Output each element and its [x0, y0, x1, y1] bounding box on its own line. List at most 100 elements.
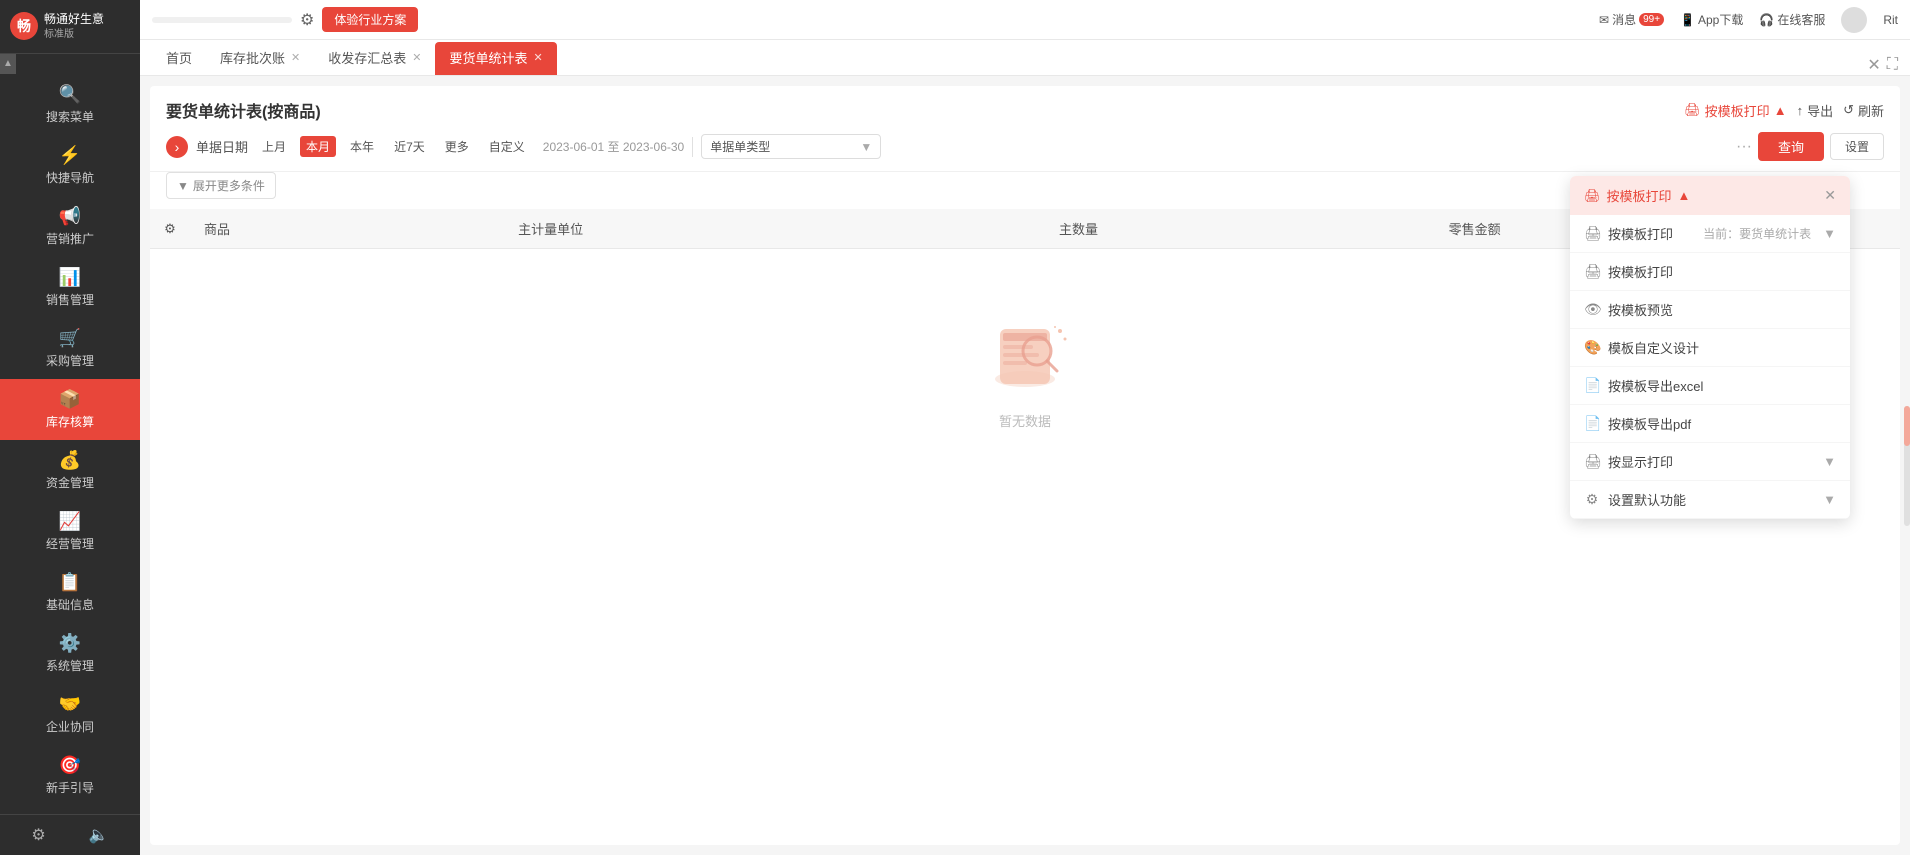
- more-options-icon[interactable]: ···: [1736, 138, 1752, 156]
- message-button[interactable]: ✉ 消息 99+: [1599, 11, 1664, 28]
- dropdown-template-design[interactable]: 🎨 模板自定义设计: [1570, 329, 1850, 367]
- th-unit: 主计量单位: [504, 209, 1045, 249]
- sidebar-item-label: 新手引导: [46, 779, 94, 796]
- dropdown-close-button[interactable]: ✕: [1824, 187, 1836, 204]
- trial-button[interactable]: 体验行业方案: [322, 7, 418, 32]
- sidebar-item-marketing[interactable]: 📢 营销推广: [0, 196, 140, 257]
- topbar-left: ⚙ 体验行业方案: [152, 7, 418, 32]
- sidebar-bottom: ⚙ 🔈: [0, 814, 140, 855]
- empty-text: 暂无数据: [999, 411, 1051, 430]
- operations-icon: 📈: [59, 511, 81, 532]
- date-btn-custom[interactable]: 自定义: [483, 136, 531, 157]
- topbar-search-box: [152, 17, 292, 23]
- finance-icon: 💰: [59, 450, 81, 471]
- system-icon: ⚙️: [59, 633, 81, 654]
- tab-order-stats-close[interactable]: ✕: [534, 51, 543, 64]
- th-quantity: 主数量: [1045, 209, 1435, 249]
- sidebar-logo: 畅 畅通好生意 标准版: [0, 0, 140, 54]
- expand-more-button[interactable]: ▼ 展开更多条件: [166, 172, 276, 199]
- th-goods: 商品: [190, 209, 504, 249]
- date-btn-more[interactable]: 更多: [439, 136, 475, 157]
- printer-icon: 🖨: [1684, 102, 1701, 118]
- sidebar-scroll-up[interactable]: ▲: [0, 54, 16, 74]
- user-name: Rit: [1883, 13, 1898, 27]
- export-excel-icon: 📄: [1584, 377, 1600, 394]
- tab-close-all[interactable]: ✕: [1867, 55, 1880, 75]
- dropdown-display-print[interactable]: 🖨 按显示打印 ▼: [1570, 443, 1850, 481]
- tab-receivable-close[interactable]: ✕: [412, 51, 421, 64]
- th-gear[interactable]: ⚙: [150, 209, 190, 249]
- sidebar: 畅 畅通好生意 标准版 ▲ 🔍 搜索菜单 ⚡ 快捷导航 📢 营销推广 📊 销售管…: [0, 0, 140, 855]
- sidebar-item-sales[interactable]: 📊 销售管理: [0, 257, 140, 318]
- refresh-icon: ↺: [1843, 102, 1854, 118]
- date-btn-7days[interactable]: 近7天: [388, 136, 431, 157]
- filters-row1: › 单据日期 上月 本月 本年 近7天 更多 自定义 2023-06-01 至 …: [150, 122, 1900, 172]
- sidebar-item-guide[interactable]: 🎯 新手引导: [0, 745, 140, 806]
- online-service-button[interactable]: 🎧 在线客服: [1759, 11, 1825, 28]
- online-service-label: 在线客服: [1777, 11, 1825, 28]
- topbar-settings-icon[interactable]: ⚙: [300, 10, 314, 30]
- chevron-down-icon-2: ▼: [177, 179, 189, 193]
- topbar: ⚙ 体验行业方案 ✉ 消息 99+ 📱 App下载 🎧 在线客服 Rit: [140, 0, 1910, 40]
- tab-receivable[interactable]: 收发存汇总表 ✕: [314, 42, 435, 75]
- tab-batch-account[interactable]: 库存批次账 ✕: [206, 42, 314, 75]
- inventory-icon: 📦: [59, 389, 81, 410]
- export-label: 导出: [1807, 101, 1833, 120]
- dropdown-export-excel[interactable]: 📄 按模板导出excel: [1570, 367, 1850, 405]
- message-icon: ✉: [1599, 13, 1609, 27]
- page-header: 要货单统计表(按商品) 🖨 按模板打印 ▲ ↑ 导出 ↺ 刷新: [150, 86, 1900, 122]
- current-chevron-icon: ▼: [1823, 226, 1836, 241]
- settings-button[interactable]: 设置: [1830, 133, 1884, 160]
- type-select[interactable]: 单据单类型 ▼: [701, 134, 881, 159]
- template-print-button[interactable]: 🖨 按模板打印 ▲: [1684, 101, 1786, 120]
- date-btn-last-month[interactable]: 上月: [256, 136, 292, 157]
- headset-icon: 🎧: [1759, 13, 1774, 27]
- sidebar-item-operations[interactable]: 📈 经营管理: [0, 501, 140, 562]
- right-scrollbar[interactable]: [1904, 406, 1910, 526]
- cooperation-icon: 🤝: [59, 694, 81, 715]
- template-print-dropdown: 🖨 按模板打印 ▲ ✕ 🖨 按模板打印 当前：要货单统计表 ▼ 🖨 按模板打印 …: [1570, 176, 1850, 519]
- sidebar-item-basic-info[interactable]: 📋 基础信息: [0, 562, 140, 623]
- filter-right-actions: ··· 查询 设置: [1736, 132, 1884, 161]
- sidebar-item-purchase[interactable]: 🛒 采购管理: [0, 318, 140, 379]
- sidebar-item-finance[interactable]: 💰 资金管理: [0, 440, 140, 501]
- export-pdf-icon: 📄: [1584, 415, 1600, 432]
- app-download-button[interactable]: 📱 App下载: [1680, 11, 1743, 28]
- sidebar-item-label: 经营管理: [46, 535, 94, 552]
- tab-order-stats[interactable]: 要货单统计表 ✕: [435, 42, 556, 75]
- sales-icon: 📊: [59, 267, 81, 288]
- dropdown-template-preview[interactable]: 👁 按模板预览: [1570, 291, 1850, 329]
- date-btn-this-year[interactable]: 本年: [344, 136, 380, 157]
- refresh-button[interactable]: ↺ 刷新: [1843, 101, 1884, 120]
- sidebar-item-shortcut[interactable]: ⚡ 快捷导航: [0, 135, 140, 196]
- tab-home[interactable]: 首页: [152, 42, 206, 75]
- filter-expand-button[interactable]: ›: [166, 136, 188, 158]
- sidebar-item-label: 搜索菜单: [46, 108, 94, 125]
- sidebar-item-cooperation[interactable]: 🤝 企业协同: [0, 684, 140, 745]
- dropdown-default-func[interactable]: ⚙ 设置默认功能 ▼: [1570, 481, 1850, 519]
- tab-controls: ✕ ⛶: [1867, 55, 1898, 75]
- sidebar-item-app-center[interactable]: 🏪 应用中心: [0, 806, 140, 814]
- date-btn-this-month[interactable]: 本月: [300, 136, 336, 157]
- settings-bottom-icon[interactable]: ⚙: [31, 825, 45, 845]
- export-button[interactable]: ↑ 导出: [1797, 101, 1834, 120]
- template-preview-label: 按模板预览: [1608, 300, 1673, 319]
- dropdown-current-template[interactable]: 🖨 按模板打印 当前：要货单统计表 ▼: [1570, 215, 1850, 253]
- dropdown-printer-icon: 🖨: [1584, 188, 1601, 204]
- expand-more-label: 展开更多条件: [193, 177, 265, 194]
- user-avatar[interactable]: [1841, 7, 1867, 33]
- tab-maximize[interactable]: ⛶: [1887, 56, 1898, 74]
- sound-icon[interactable]: 🔈: [89, 825, 109, 845]
- template-print-label: 按模板打印: [1705, 101, 1770, 120]
- query-button[interactable]: 查询: [1758, 132, 1824, 161]
- guide-icon: 🎯: [59, 755, 81, 776]
- sidebar-item-label: 销售管理: [46, 291, 94, 308]
- dropdown-export-pdf[interactable]: 📄 按模板导出pdf: [1570, 405, 1850, 443]
- sidebar-item-inventory[interactable]: 📦 库存核算: [0, 379, 140, 440]
- sidebar-item-search[interactable]: 🔍 搜索菜单: [0, 74, 140, 135]
- tab-batch-close[interactable]: ✕: [291, 51, 300, 64]
- sidebar-item-label: 快捷导航: [46, 169, 94, 186]
- sidebar-item-system[interactable]: ⚙️ 系统管理: [0, 623, 140, 684]
- dropdown-template-print[interactable]: 🖨 按模板打印: [1570, 253, 1850, 291]
- date-label: 单据日期: [196, 137, 248, 156]
